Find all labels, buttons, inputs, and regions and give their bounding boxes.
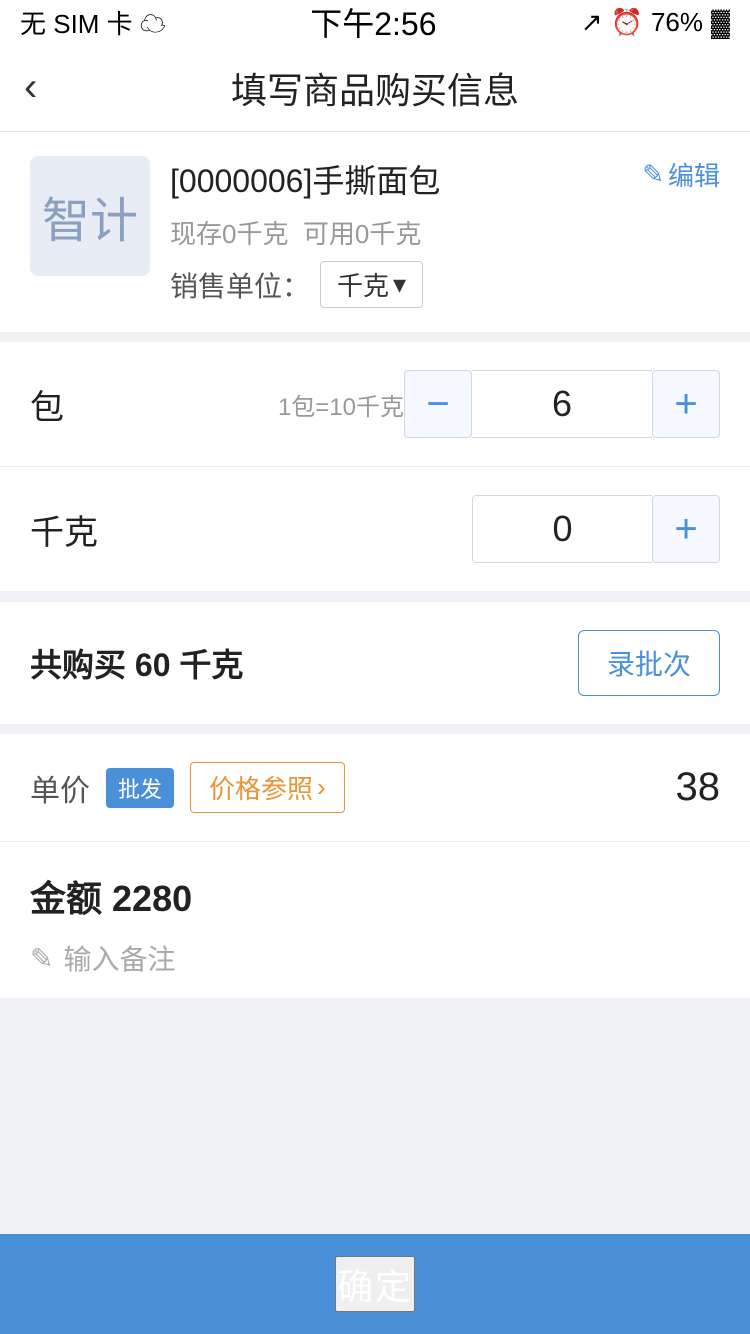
remark-placeholder: 输入备注 <box>63 938 175 978</box>
total-section: 共购买 60 千克 录批次 <box>0 602 750 734</box>
edit-icon: ✎ <box>642 159 664 190</box>
product-name: [0000006]手撕面包 <box>170 156 440 202</box>
status-bar: 无 SIM 卡 ☁ 下午2:56 ↗ ⏰ 76% ▓ <box>0 0 750 44</box>
quantity-bao-control: − + <box>404 370 720 438</box>
product-unit-row: 销售单位： 千克 ▾ <box>170 261 720 308</box>
quantity-bao-label: 包 <box>30 380 268 429</box>
pencil-icon: ✎ <box>30 942 53 975</box>
bao-decrement-button[interactable]: − <box>404 370 472 438</box>
quantity-bao-row: 包 1包=10千克 − + <box>0 342 750 467</box>
total-amount: 60 <box>135 647 171 683</box>
nav-bar: ‹ 填写商品购买信息 <box>0 44 750 132</box>
price-section: 单价 批发 价格参照 › 38 <box>0 734 750 842</box>
quantity-kg-control: + <box>472 495 720 563</box>
quantity-bao-sublabel: 1包=10千克 <box>278 387 404 422</box>
alarm-icon: ⏰ <box>611 7 643 38</box>
battery-text: 76% <box>651 7 703 38</box>
confirm-button[interactable]: 确定 <box>335 1256 415 1312</box>
bao-quantity-input[interactable] <box>472 370 652 438</box>
kg-increment-button[interactable]: + <box>652 495 720 563</box>
total-text: 共购买 60 千克 <box>30 640 243 686</box>
unit-select[interactable]: 千克 ▾ <box>320 261 423 308</box>
page-title: 填写商品购买信息 <box>231 62 519 114</box>
back-button[interactable]: ‹ <box>24 65 37 110</box>
location-icon: ↗ <box>581 7 603 38</box>
batch-button[interactable]: 录批次 <box>578 630 720 696</box>
bao-increment-button[interactable]: + <box>652 370 720 438</box>
chevron-down-icon: ▾ <box>393 269 406 300</box>
status-time: 下午2:56 <box>310 0 436 45</box>
price-label: 单价 <box>30 766 90 810</box>
spacer <box>0 998 750 1234</box>
status-left: 无 SIM 卡 ☁ <box>20 4 166 41</box>
product-header-row: [0000006]手撕面包 ✎ 编辑 <box>170 156 720 214</box>
bottom-bar: 确定 <box>0 1234 750 1334</box>
product-info: [0000006]手撕面包 ✎ 编辑 现存0千克 可用0千克 销售单位： 千克 … <box>170 156 720 308</box>
amount-section: 金额 2280 ✎ 输入备注 <box>0 842 750 998</box>
status-right: ↗ ⏰ 76% ▓ <box>581 7 730 38</box>
edit-button[interactable]: ✎ 编辑 <box>642 156 720 193</box>
price-value: 38 <box>676 765 721 810</box>
quantity-kg-row: 千克 + <box>0 467 750 601</box>
quantity-section: 包 1包=10千克 − + 千克 + <box>0 342 750 602</box>
kg-quantity-input[interactable] <box>472 495 652 563</box>
price-reference-button[interactable]: 价格参照 › <box>190 762 345 813</box>
product-logo: 智计 <box>42 181 138 251</box>
chevron-right-icon: › <box>317 772 326 803</box>
amount-value: 2280 <box>112 878 192 919</box>
product-image: 智计 <box>30 156 150 276</box>
remark-row[interactable]: ✎ 输入备注 <box>30 938 720 978</box>
product-stock: 现存0千克 可用0千克 <box>170 214 720 251</box>
battery-icon: ▓ <box>711 7 730 38</box>
batch-price-tag: 批发 <box>106 768 174 808</box>
product-card: 智计 [0000006]手撕面包 ✎ 编辑 现存0千克 可用0千克 销售单位： … <box>0 132 750 342</box>
quantity-kg-label: 千克 <box>30 505 472 554</box>
amount-row: 金额 2280 <box>30 870 720 922</box>
